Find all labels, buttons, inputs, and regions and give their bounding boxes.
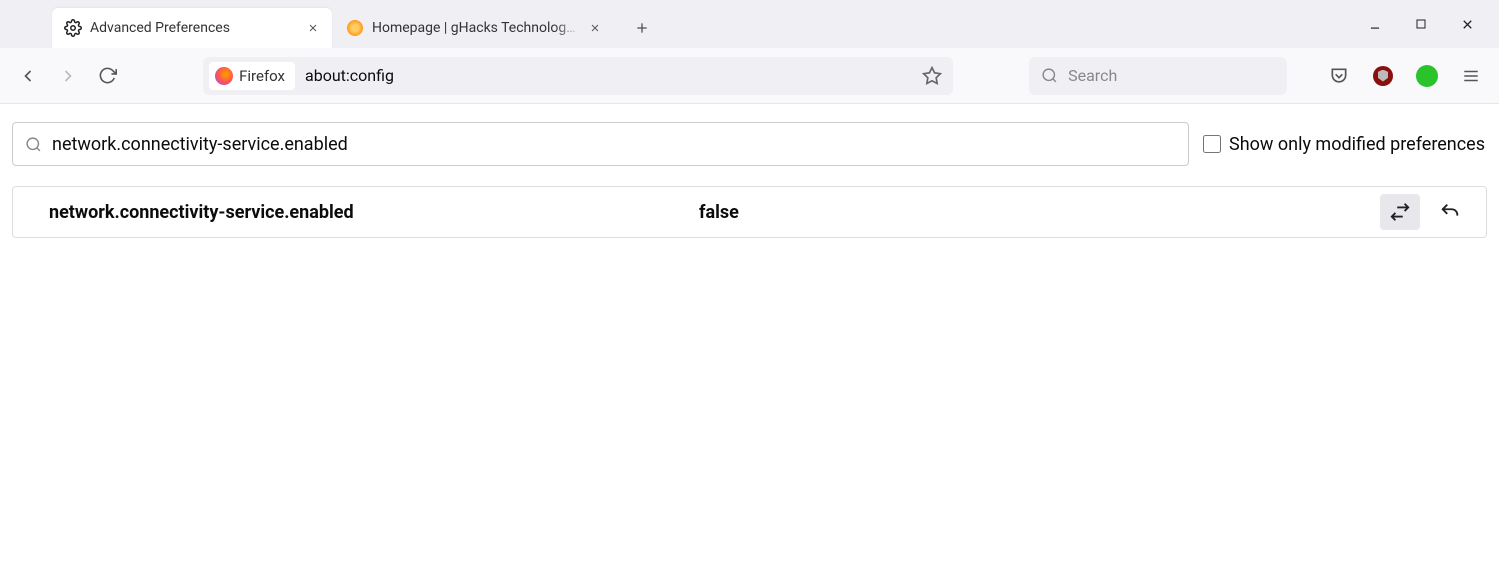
preference-search-input[interactable] bbox=[52, 134, 1176, 155]
tab-advanced-preferences[interactable]: Advanced Preferences bbox=[52, 8, 332, 48]
pocket-button[interactable] bbox=[1323, 60, 1355, 92]
undo-icon bbox=[1439, 201, 1461, 223]
show-modified-label: Show only modified preferences bbox=[1229, 134, 1485, 155]
close-icon[interactable] bbox=[304, 19, 322, 37]
search-placeholder: Search bbox=[1068, 66, 1117, 85]
about-config-content: Show only modified preferences network.c… bbox=[0, 104, 1499, 256]
ublock-extension-button[interactable] bbox=[1367, 60, 1399, 92]
maximize-button[interactable] bbox=[1409, 12, 1433, 36]
search-bar[interactable]: Search bbox=[1029, 57, 1287, 95]
account-avatar-icon bbox=[1416, 65, 1438, 87]
preference-search-row: Show only modified preferences bbox=[12, 122, 1487, 166]
url-text: about:config bbox=[305, 66, 917, 85]
preference-table: network.connectivity-service.enabled fal… bbox=[12, 186, 1487, 238]
ghacks-favicon-icon bbox=[346, 19, 364, 37]
back-button[interactable] bbox=[12, 60, 44, 92]
close-icon[interactable] bbox=[586, 19, 604, 37]
toggle-preference-button[interactable] bbox=[1380, 194, 1420, 230]
toolbar-right bbox=[1323, 60, 1487, 92]
shield-icon bbox=[1373, 66, 1393, 86]
navigation-toolbar: Firefox about:config Search bbox=[0, 48, 1499, 104]
account-button[interactable] bbox=[1411, 60, 1443, 92]
preference-value: false bbox=[699, 202, 1380, 223]
forward-button[interactable] bbox=[52, 60, 84, 92]
address-bar[interactable]: Firefox about:config bbox=[203, 57, 953, 95]
show-modified-checkbox[interactable] bbox=[1203, 135, 1221, 153]
gear-icon bbox=[64, 19, 82, 37]
bookmark-star-button[interactable] bbox=[917, 61, 947, 91]
window-controls bbox=[1363, 0, 1491, 48]
tab-title: Advanced Preferences bbox=[90, 20, 300, 36]
tab-strip: Advanced Preferences Homepage | gHacks T… bbox=[0, 0, 1499, 48]
preference-name: network.connectivity-service.enabled bbox=[49, 202, 699, 223]
preference-search-box[interactable] bbox=[12, 122, 1189, 166]
tab-title: Homepage | gHacks Technology News bbox=[372, 20, 582, 36]
search-icon bbox=[1041, 67, 1058, 84]
preference-actions bbox=[1380, 194, 1470, 230]
show-modified-checkbox-label[interactable]: Show only modified preferences bbox=[1203, 134, 1487, 155]
site-identity-button[interactable]: Firefox bbox=[209, 62, 295, 90]
reset-preference-button[interactable] bbox=[1430, 194, 1470, 230]
firefox-logo-icon bbox=[215, 67, 233, 85]
reload-button[interactable] bbox=[91, 60, 123, 92]
close-window-button[interactable] bbox=[1455, 12, 1479, 36]
minimize-button[interactable] bbox=[1363, 12, 1387, 36]
preference-row[interactable]: network.connectivity-service.enabled fal… bbox=[13, 187, 1486, 237]
new-tab-button[interactable] bbox=[626, 12, 658, 44]
search-icon bbox=[25, 136, 42, 153]
swap-icon bbox=[1389, 201, 1411, 223]
tab-ghacks-homepage[interactable]: Homepage | gHacks Technology News bbox=[334, 8, 614, 48]
app-menu-button[interactable] bbox=[1455, 60, 1487, 92]
identity-label: Firefox bbox=[239, 67, 285, 85]
